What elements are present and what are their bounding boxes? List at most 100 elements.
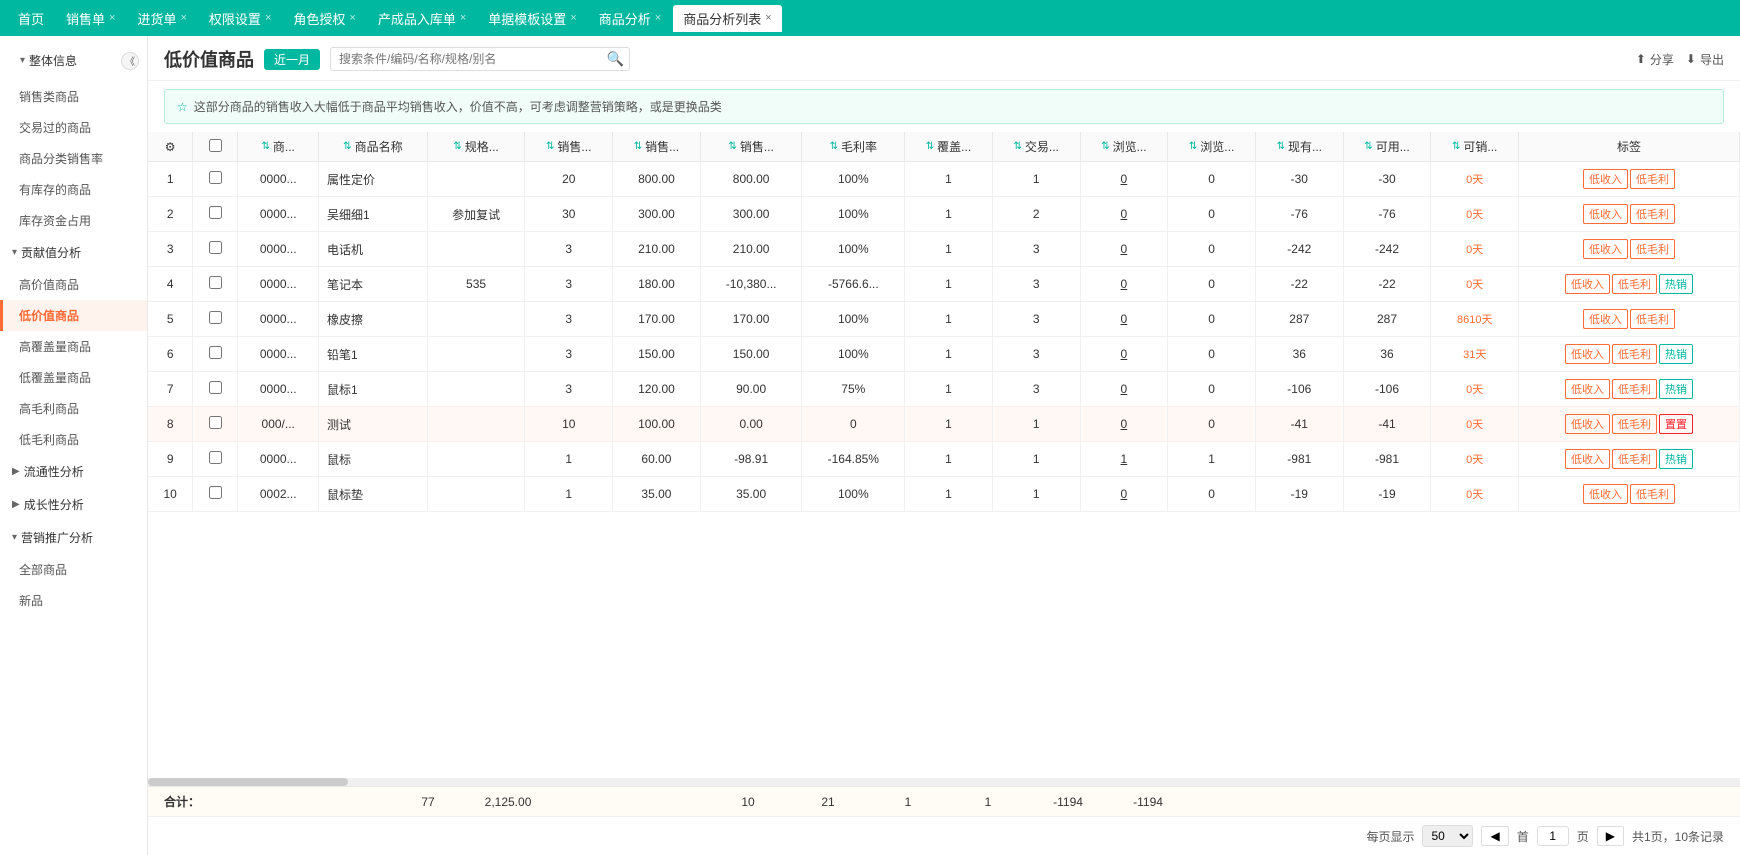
nav-product-analysis-list[interactable]: 商品分析列表 × — [673, 5, 781, 32]
col-browse2[interactable]: ⇅浏览... — [1168, 132, 1256, 162]
browse-link[interactable]: 0 — [1121, 347, 1128, 361]
sidebar-item-high-coverage[interactable]: 高覆盖量商品 — [0, 331, 147, 362]
row-checkbox[interactable] — [193, 197, 238, 232]
next-page-btn[interactable]: ▶ — [1597, 826, 1624, 846]
col-spec[interactable]: ⇅规格... — [427, 132, 525, 162]
sidebar-collapse-btn[interactable]: 《 — [121, 52, 139, 70]
row-checkbox[interactable] — [193, 162, 238, 197]
col-current[interactable]: ⇅现有... — [1255, 132, 1343, 162]
row-select-checkbox[interactable] — [209, 276, 222, 289]
row-checkbox[interactable] — [193, 232, 238, 267]
col-sale3[interactable]: ⇅销售... — [700, 132, 802, 162]
row-checkbox[interactable] — [193, 372, 238, 407]
close-icon[interactable]: × — [180, 12, 186, 24]
col-checkbox[interactable] — [193, 132, 238, 162]
close-icon[interactable]: × — [265, 12, 271, 24]
row-browse1[interactable]: 0 — [1080, 407, 1168, 442]
row-browse1[interactable]: 0 — [1080, 197, 1168, 232]
sidebar-section-marketing[interactable]: ▾ 营销推广分析 — [0, 521, 147, 554]
row-checkbox[interactable] — [193, 267, 238, 302]
sidebar-item-category-rate[interactable]: 商品分类销售率 — [0, 143, 147, 174]
nav-home[interactable]: 首页 — [8, 5, 54, 32]
col-trade[interactable]: ⇅交易... — [992, 132, 1080, 162]
row-checkbox[interactable] — [193, 477, 238, 512]
scrollbar-thumb[interactable] — [148, 778, 348, 786]
page-number-input[interactable] — [1537, 826, 1569, 846]
sidebar-section-overview[interactable]: ▾ 整体信息 — [8, 44, 121, 77]
close-icon[interactable]: × — [460, 12, 466, 24]
row-browse1[interactable]: 0 — [1080, 337, 1168, 372]
row-checkbox[interactable] — [193, 407, 238, 442]
row-select-checkbox[interactable] — [209, 241, 222, 254]
nav-template-settings[interactable]: 单据模板设置 × — [478, 5, 586, 32]
first-page-btn[interactable]: ◀ — [1481, 826, 1508, 846]
browse-link[interactable]: 0 — [1121, 487, 1128, 501]
row-select-checkbox[interactable] — [209, 451, 222, 464]
col-name[interactable]: ⇅商品名称 — [319, 132, 428, 162]
row-browse1[interactable]: 0 — [1080, 372, 1168, 407]
sidebar-item-stock-products[interactable]: 有库存的商品 — [0, 174, 147, 205]
col-code[interactable]: ⇅商... — [238, 132, 319, 162]
row-browse1[interactable]: 0 — [1080, 267, 1168, 302]
nav-roles[interactable]: 角色授权 × — [283, 5, 365, 32]
browse-link[interactable]: 0 — [1121, 277, 1128, 291]
row-select-checkbox[interactable] — [209, 416, 222, 429]
col-saleable[interactable]: ⇅可销... — [1431, 132, 1519, 162]
browse-link[interactable]: 1 — [1121, 452, 1128, 466]
browse-link[interactable]: 0 — [1121, 242, 1128, 256]
row-browse1[interactable]: 0 — [1080, 477, 1168, 512]
row-browse1[interactable]: 0 — [1080, 302, 1168, 337]
sidebar-item-low-coverage[interactable]: 低覆盖量商品 — [0, 362, 147, 393]
col-sale1[interactable]: ⇅销售... — [525, 132, 613, 162]
nav-purchase-order[interactable]: 进货单 × — [127, 5, 196, 32]
sidebar-item-high-value[interactable]: 高价值商品 — [0, 269, 147, 300]
col-usable[interactable]: ⇅可用... — [1343, 132, 1431, 162]
browse-link[interactable]: 0 — [1121, 312, 1128, 326]
sidebar-item-new-products[interactable]: 新品 — [0, 585, 147, 616]
search-icon[interactable]: 🔍 — [607, 51, 624, 68]
browse-link[interactable]: 0 — [1121, 417, 1128, 431]
sidebar-item-sales-products[interactable]: 销售类商品 — [0, 81, 147, 112]
horizontal-scrollbar[interactable] — [148, 778, 1740, 786]
export-button[interactable]: ⬇ 导出 — [1686, 51, 1724, 68]
sidebar-item-all-products[interactable]: 全部商品 — [0, 554, 147, 585]
sidebar-section-growth[interactable]: ▶ 成长性分析 — [0, 488, 147, 521]
row-select-checkbox[interactable] — [209, 381, 222, 394]
row-browse1[interactable]: 0 — [1080, 162, 1168, 197]
row-browse1[interactable]: 0 — [1080, 232, 1168, 267]
col-cover[interactable]: ⇅覆盖... — [905, 132, 993, 162]
nav-product-instock[interactable]: 产成品入库单 × — [368, 5, 476, 32]
row-checkbox[interactable] — [193, 442, 238, 477]
close-icon[interactable]: × — [349, 12, 355, 24]
sidebar-section-contribution[interactable]: ▾ 贡献值分析 — [0, 236, 147, 269]
close-icon[interactable]: × — [765, 12, 771, 24]
row-select-checkbox[interactable] — [209, 171, 222, 184]
browse-link[interactable]: 0 — [1121, 382, 1128, 396]
sidebar-item-low-margin[interactable]: 低毛利商品 — [0, 424, 147, 455]
sidebar-item-capital-ratio[interactable]: 库存资金占用 — [0, 205, 147, 236]
search-input[interactable] — [330, 47, 630, 71]
row-select-checkbox[interactable] — [209, 311, 222, 324]
col-margin[interactable]: ⇅毛利率 — [802, 132, 905, 162]
browse-link[interactable]: 0 — [1121, 207, 1128, 221]
row-select-checkbox[interactable] — [209, 206, 222, 219]
row-checkbox[interactable] — [193, 337, 238, 372]
time-filter-button[interactable]: 近一月 — [264, 49, 320, 70]
nav-product-analysis[interactable]: 商品分析 × — [589, 5, 671, 32]
col-settings[interactable]: ⚙ — [148, 132, 193, 162]
close-icon[interactable]: × — [655, 12, 661, 24]
nav-sales-order[interactable]: 销售单 × — [56, 5, 125, 32]
sidebar-item-low-value[interactable]: 低价值商品 — [0, 300, 147, 331]
row-checkbox[interactable] — [193, 302, 238, 337]
nav-permissions[interactable]: 权限设置 × — [199, 5, 281, 32]
close-icon[interactable]: × — [109, 12, 115, 24]
row-select-checkbox[interactable] — [209, 486, 222, 499]
sidebar-item-high-margin[interactable]: 高毛利商品 — [0, 393, 147, 424]
browse-link[interactable]: 0 — [1121, 172, 1128, 186]
col-browse1[interactable]: ⇅浏览... — [1080, 132, 1168, 162]
page-size-select[interactable]: 50 100 200 — [1422, 825, 1473, 847]
close-icon[interactable]: × — [570, 12, 576, 24]
row-browse1[interactable]: 1 — [1080, 442, 1168, 477]
sidebar-item-traded-products[interactable]: 交易过的商品 — [0, 112, 147, 143]
select-all-checkbox[interactable] — [209, 139, 222, 152]
